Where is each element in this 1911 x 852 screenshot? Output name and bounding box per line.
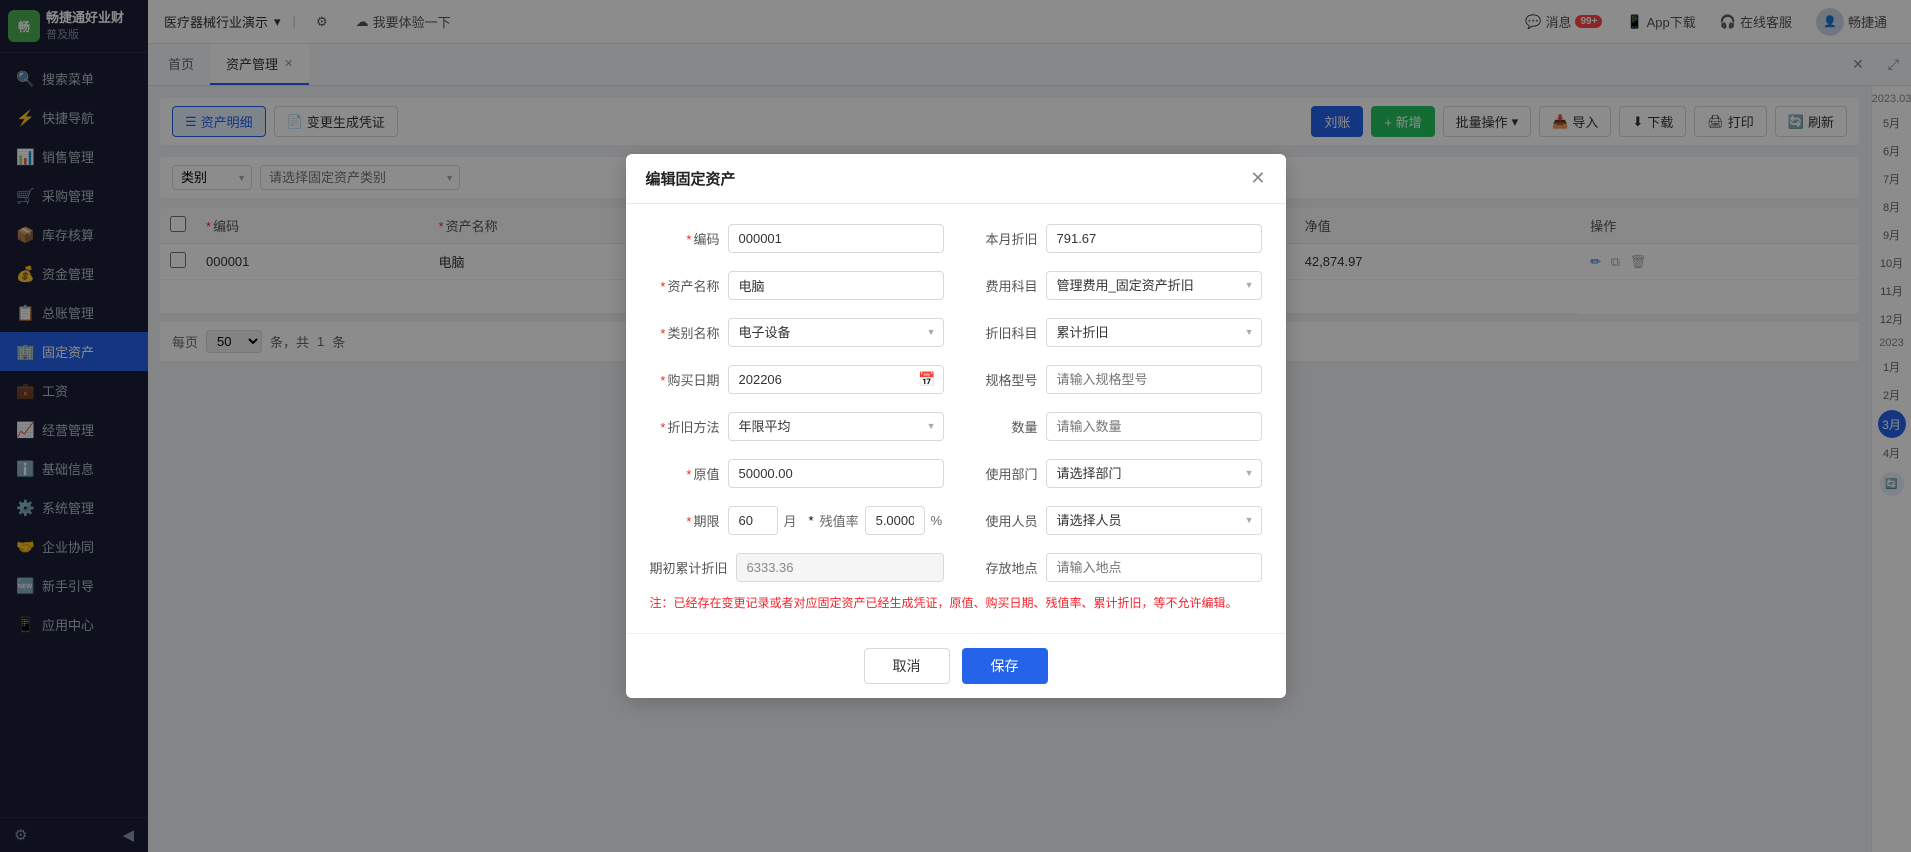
storage-location-input[interactable] [1046,553,1262,582]
period-residual-inline: 月 * 残值率 % [728,506,944,535]
modal-footer: 取消 保存 [626,633,1286,698]
depr-subject-select-wrapper: 累计折旧 [1046,318,1262,347]
modal-close-btn[interactable]: ✕ [1250,168,1265,189]
form-row-storage-location: 存放地点 [968,553,1262,582]
original-value-input[interactable] [728,459,944,488]
form-row-depr-method: *折旧方法 年限平均 [650,412,944,441]
code-input[interactable] [728,224,944,253]
initial-accum-depr-input[interactable] [736,553,944,582]
use-person-select[interactable]: 请选择人员 [1046,506,1262,535]
expense-subject-select[interactable]: 管理费用_固定资产折旧 [1046,271,1262,300]
residual-rate-label: 残值率 [820,511,859,530]
form-row-initial-accum-depr: 期初累计折旧 [650,553,944,582]
form-row-period-residual: *期限 月 * 残值率 % [650,506,944,535]
expense-subject-label: 费用科目 [968,276,1038,295]
spec-model-label: 规格型号 [968,370,1038,389]
form-row-spec-model: 规格型号 [968,365,1262,394]
this-month-depr-input[interactable] [1046,224,1262,253]
depr-method-select[interactable]: 年限平均 [728,412,944,441]
use-person-label: 使用人员 [968,511,1038,530]
form-row-use-person: 使用人员 请选择人员 [968,506,1262,535]
form-row-quantity: 数量 [968,412,1262,441]
form-row-expense-subject: 费用科目 管理费用_固定资产折旧 [968,271,1262,300]
original-value-label: *原值 [650,464,720,483]
edit-asset-modal: 编辑固定资产 ✕ *编码 本月折旧 [626,154,1286,698]
quantity-input[interactable] [1046,412,1262,441]
modal-note: 注：已经存在变更记录或者对应固定资产已经生成凭证，原值、购买日期、残值率、累计折… [650,594,1262,613]
use-dept-select[interactable]: 请选择部门 [1046,459,1262,488]
period-label: *期限 [650,511,720,530]
this-month-depr-label: 本月折旧 [968,229,1038,248]
form-row-use-dept: 使用部门 请选择部门 [968,459,1262,488]
quantity-label: 数量 [968,417,1038,436]
initial-accum-depr-label: 期初累计折旧 [650,558,728,577]
form-row-code: *编码 [650,224,944,253]
spec-model-input[interactable] [1046,365,1262,394]
use-dept-select-wrapper: 请选择部门 [1046,459,1262,488]
form-grid: *编码 本月折旧 *资产名称 [650,224,1262,582]
depr-method-label: *折旧方法 [650,417,720,436]
use-person-select-wrapper: 请选择人员 [1046,506,1262,535]
form-row-purchase-date: *购买日期 📅 [650,365,944,394]
form-row-original-value: *原值 [650,459,944,488]
code-label: *编码 [650,229,720,248]
form-row-depr-subject: 折旧科目 累计折旧 [968,318,1262,347]
purchase-date-input[interactable] [728,365,944,394]
cancel-button[interactable]: 取消 [864,648,950,684]
form-row-category: *类别名称 电子设备 [650,318,944,347]
period-input[interactable] [728,506,778,535]
depr-method-select-wrapper: 年限平均 [728,412,944,441]
residual-rate-unit: % [931,513,943,528]
storage-location-label: 存放地点 [968,558,1038,577]
modal-body: *编码 本月折旧 *资产名称 [626,204,1286,633]
depr-subject-select[interactable]: 累计折旧 [1046,318,1262,347]
form-row-asset-name: *资产名称 [650,271,944,300]
asset-name-label: *资产名称 [650,276,720,295]
asset-name-input[interactable] [728,271,944,300]
expense-subject-select-wrapper: 管理费用_固定资产折旧 [1046,271,1262,300]
depr-subject-label: 折旧科目 [968,323,1038,342]
form-row-this-month-depr: 本月折旧 [968,224,1262,253]
modal-title: 编辑固定资产 [646,168,736,189]
residual-rate-input[interactable] [865,506,925,535]
modal-overlay: 编辑固定资产 ✕ *编码 本月折旧 [0,0,1911,852]
purchase-date-label: *购买日期 [650,370,720,389]
category-select-wrapper: 电子设备 [728,318,944,347]
category-select[interactable]: 电子设备 [728,318,944,347]
period-unit: 月 [784,511,797,530]
category-label: *类别名称 [650,323,720,342]
save-button[interactable]: 保存 [962,648,1048,684]
use-dept-label: 使用部门 [968,464,1038,483]
modal-header: 编辑固定资产 ✕ [626,154,1286,204]
purchase-date-wrapper: 📅 [728,365,944,394]
